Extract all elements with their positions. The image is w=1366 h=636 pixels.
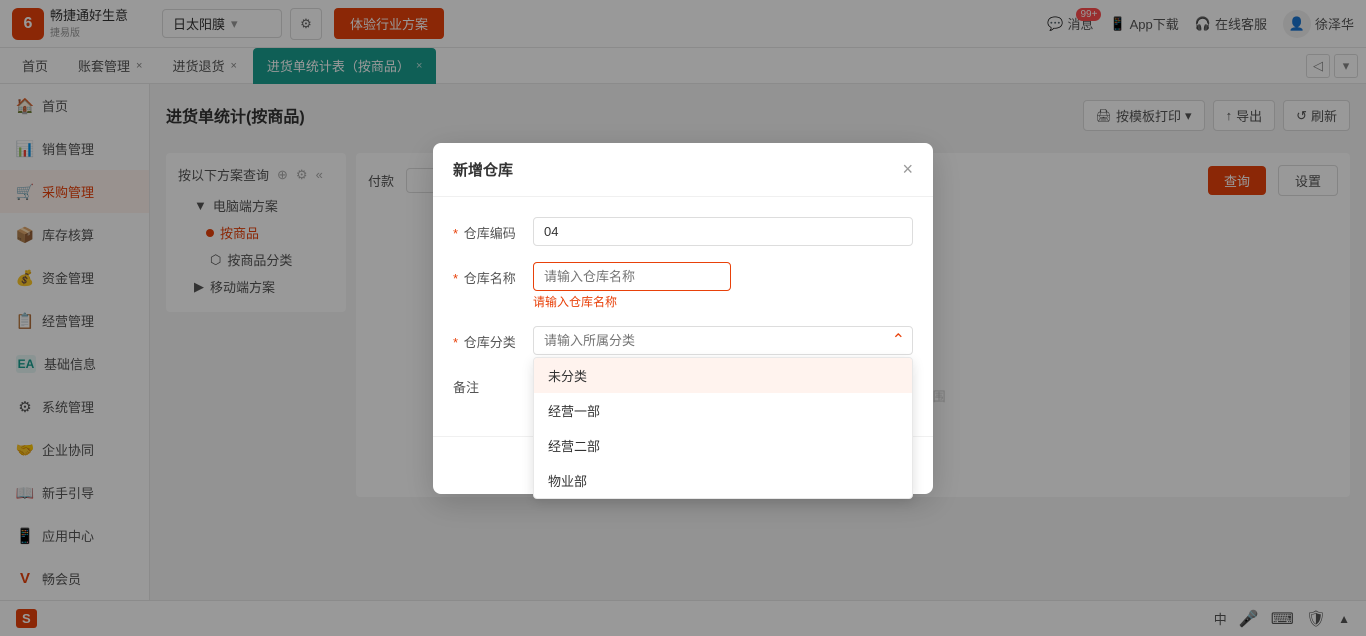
dropdown-item-ops2[interactable]: 经营二部 <box>534 428 912 463</box>
warehouse-name-error: 请输入仓库名称 <box>533 293 913 310</box>
form-row-code: * 仓库编码 <box>453 217 913 246</box>
warehouse-category-label: * 仓库分类 <box>453 326 533 351</box>
dialog-close-btn[interactable]: × <box>902 160 913 178</box>
category-dropdown: 未分类 经营一部 经营二部 物业部 <box>533 357 913 499</box>
dropdown-item-uncategorized[interactable]: 未分类 <box>534 358 912 393</box>
category-wrapper: ⌃ 未分类 经营一部 经营二部 物业部 <box>533 326 913 355</box>
dialog-overlay[interactable]: 新增仓库 × * 仓库编码 * 仓库名称 请输入仓库名称 <box>0 0 1366 636</box>
dropdown-item-ops1[interactable]: 经营一部 <box>534 393 912 428</box>
category-input[interactable] <box>533 326 913 355</box>
category-chevron-icon[interactable]: ⌃ <box>892 330 905 350</box>
warehouse-name-input[interactable] <box>533 262 731 291</box>
warehouse-name-label: * 仓库名称 <box>453 262 533 287</box>
warehouse-name-wrapper: 请输入仓库名称 <box>533 262 913 310</box>
warehouse-code-label: * 仓库编码 <box>453 217 533 242</box>
form-row-name: * 仓库名称 请输入仓库名称 <box>453 262 913 310</box>
warehouse-code-input[interactable] <box>533 217 913 246</box>
dropdown-item-property[interactable]: 物业部 <box>534 463 912 498</box>
dialog-header: 新增仓库 × <box>433 143 933 197</box>
dialog-title: 新增仓库 <box>453 159 513 180</box>
form-row-category: * 仓库分类 ⌃ 未分类 经营一部 经营二部 物业部 <box>453 326 913 355</box>
dialog-body: * 仓库编码 * 仓库名称 请输入仓库名称 * <box>433 197 933 436</box>
notes-label: 备注 <box>453 371 533 396</box>
new-warehouse-dialog: 新增仓库 × * 仓库编码 * 仓库名称 请输入仓库名称 <box>433 143 933 494</box>
